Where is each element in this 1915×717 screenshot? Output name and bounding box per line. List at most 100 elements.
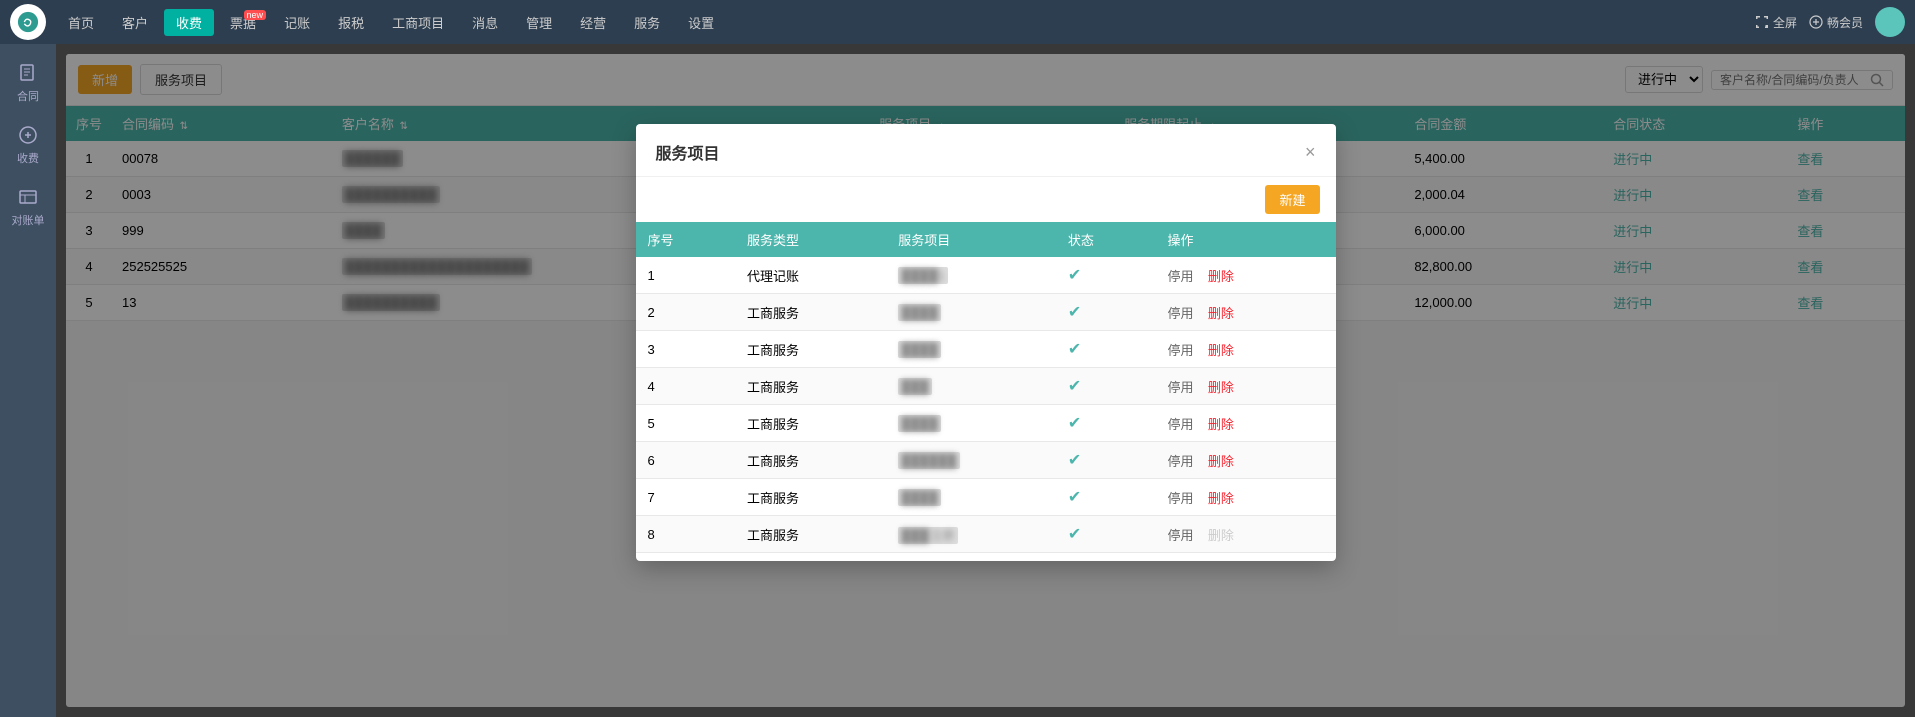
status-check-icon: ✔ (1068, 378, 1081, 395)
modal-cell-item: ████ (886, 331, 1056, 368)
modal-cell-action: 停用 删除 (1155, 516, 1335, 553)
modal-new-button[interactable]: 新建 (1265, 185, 1319, 214)
stop-button[interactable]: 停用 (1167, 306, 1193, 321)
status-check-icon: ✔ (1068, 267, 1081, 284)
modal-cell-type: 工商服务 (735, 405, 886, 442)
nav-items: 首页 客户 收费 票据 new 记账 报税 工商项目 消息 管理 经营 服务 设… (56, 9, 1755, 36)
sidebar-label-statement: 对账单 (12, 212, 45, 228)
contract-icon (17, 62, 39, 84)
nav-service[interactable]: 服务 (622, 9, 672, 36)
fee-icon (17, 124, 39, 146)
modal-cell-seq: 5 (636, 405, 736, 442)
statement-icon (17, 186, 39, 208)
status-check-icon: ✔ (1068, 304, 1081, 321)
modal-cell-action: 停用 删除 (1155, 331, 1335, 368)
app-logo (10, 4, 46, 40)
delete-button: 删除 (1208, 528, 1234, 543)
modal-cell-status: ✔ (1056, 479, 1156, 516)
modal-table-row: 3 工商服务 ████ ✔ 停用 删除 (636, 331, 1336, 368)
modal-cell-seq: 6 (636, 442, 736, 479)
sidebar-item-statement[interactable]: 对账单 (0, 176, 56, 238)
modal-cell-status: ✔ (1056, 516, 1156, 553)
user-avatar[interactable] (1875, 7, 1905, 37)
modal-table-row: 6 工商服务 ██████ ✔ 停用 删除 (636, 442, 1336, 479)
nav-message[interactable]: 消息 (460, 9, 510, 36)
modal-table-row: 8 工商服务 ███注册 ✔ 停用 删除 (636, 516, 1336, 553)
stop-button[interactable]: 停用 (1167, 343, 1193, 358)
modal-cell-item: ████ (886, 294, 1056, 331)
stop-button[interactable]: 停用 (1167, 417, 1193, 432)
sidebar-label-fee: 收费 (17, 150, 39, 166)
sidebar-item-contract[interactable]: 合同 (0, 52, 56, 114)
modal-cell-status: ✔ (1056, 405, 1156, 442)
modal-cell-seq: 3 (636, 331, 736, 368)
modal-header: 服务项目 × (636, 124, 1336, 177)
modal-table-row: 7 工商服务 ████ ✔ 停用 删除 (636, 479, 1336, 516)
nav-bookkeeping[interactable]: 记账 (272, 9, 322, 36)
delete-button[interactable]: 删除 (1208, 454, 1234, 469)
delete-button[interactable]: 删除 (1208, 306, 1234, 321)
stop-button[interactable]: 停用 (1167, 380, 1193, 395)
modal-cell-type: 工商服务 (735, 331, 886, 368)
nav-fee[interactable]: 收费 (164, 9, 214, 36)
modal-title: 服务项目 (656, 140, 720, 164)
delete-button[interactable]: 删除 (1208, 343, 1234, 358)
modal-cell-type: 工商服务 (735, 442, 886, 479)
nav-home[interactable]: 首页 (56, 9, 106, 36)
modal-cell-seq: 2 (636, 294, 736, 331)
modal-cell-action: 停用 删除 (1155, 405, 1335, 442)
member-button[interactable]: 畅会员 (1809, 14, 1863, 31)
modal-cell-type: 工商服务 (735, 294, 886, 331)
modal-col-action: 操作 (1155, 222, 1335, 257)
sidebar: 合同 收费 对账单 (0, 44, 56, 717)
modal-cell-type: 工商服务 (735, 368, 886, 405)
delete-button[interactable]: 删除 (1208, 269, 1234, 284)
nav-tax[interactable]: 报税 (326, 9, 376, 36)
status-check-icon: ✔ (1068, 526, 1081, 543)
modal-col-seq: 序号 (636, 222, 736, 257)
nav-customer[interactable]: 客户 (110, 9, 160, 36)
modal-table-row: 2 工商服务 ████ ✔ 停用 删除 (636, 294, 1336, 331)
nav-business2[interactable]: 经营 (568, 9, 618, 36)
top-navigation: 首页 客户 收费 票据 new 记账 报税 工商项目 消息 管理 经营 服务 设… (0, 0, 1915, 44)
modal-cell-seq: 7 (636, 479, 736, 516)
nav-business[interactable]: 工商项目 (380, 9, 456, 36)
modal-cell-seq: 4 (636, 368, 736, 405)
nav-invoice[interactable]: 票据 new (218, 9, 268, 36)
badge-new: new (244, 10, 267, 20)
modal-cell-status: ✔ (1056, 368, 1156, 405)
delete-button[interactable]: 删除 (1208, 380, 1234, 395)
modal-table-row: 5 工商服务 ████ ✔ 停用 删除 (636, 405, 1336, 442)
modal-close-button[interactable]: × (1305, 143, 1316, 161)
modal-body: 序号 服务类型 服务项目 状态 操作 1 代理记账 ████1 ✔ 停用 删除 (636, 222, 1336, 561)
modal-cell-item: ███注册 (886, 516, 1056, 553)
delete-button[interactable]: 删除 (1208, 491, 1234, 506)
modal-table-row: 1 代理记账 ████1 ✔ 停用 删除 (636, 257, 1336, 294)
stop-button[interactable]: 停用 (1167, 491, 1193, 506)
modal-col-status: 状态 (1056, 222, 1156, 257)
stop-button[interactable]: 停用 (1167, 454, 1193, 469)
nav-settings[interactable]: 设置 (676, 9, 726, 36)
modal-cell-item: ███ (886, 368, 1056, 405)
modal-cell-action: 停用 删除 (1155, 442, 1335, 479)
status-check-icon: ✔ (1068, 341, 1081, 358)
modal-cell-action: 停用 删除 (1155, 294, 1335, 331)
sidebar-label-contract: 合同 (17, 88, 39, 104)
modal-cell-type: 工商服务 (735, 479, 886, 516)
nav-right: 全屏 畅会员 (1755, 7, 1905, 37)
modal-cell-status: ✔ (1056, 294, 1156, 331)
delete-button[interactable]: 删除 (1208, 417, 1234, 432)
fullscreen-button[interactable]: 全屏 (1755, 14, 1797, 31)
modal-cell-type: 代理记账 (735, 257, 886, 294)
main-content: 新增 服务项目 进行中 已结束 全部 (56, 44, 1915, 717)
stop-button[interactable]: 停用 (1167, 528, 1193, 543)
modal-service-table: 序号 服务类型 服务项目 状态 操作 1 代理记账 ████1 ✔ 停用 删除 (636, 222, 1336, 553)
modal-cell-item: ████ (886, 479, 1056, 516)
nav-manage[interactable]: 管理 (514, 9, 564, 36)
modal-cell-item: ████ (886, 405, 1056, 442)
stop-button[interactable]: 停用 (1167, 269, 1193, 284)
modal-cell-seq: 1 (636, 257, 736, 294)
sidebar-item-fee[interactable]: 收费 (0, 114, 56, 176)
modal-cell-item: ████1 (886, 257, 1056, 294)
modal-cell-action: 停用 删除 (1155, 257, 1335, 294)
